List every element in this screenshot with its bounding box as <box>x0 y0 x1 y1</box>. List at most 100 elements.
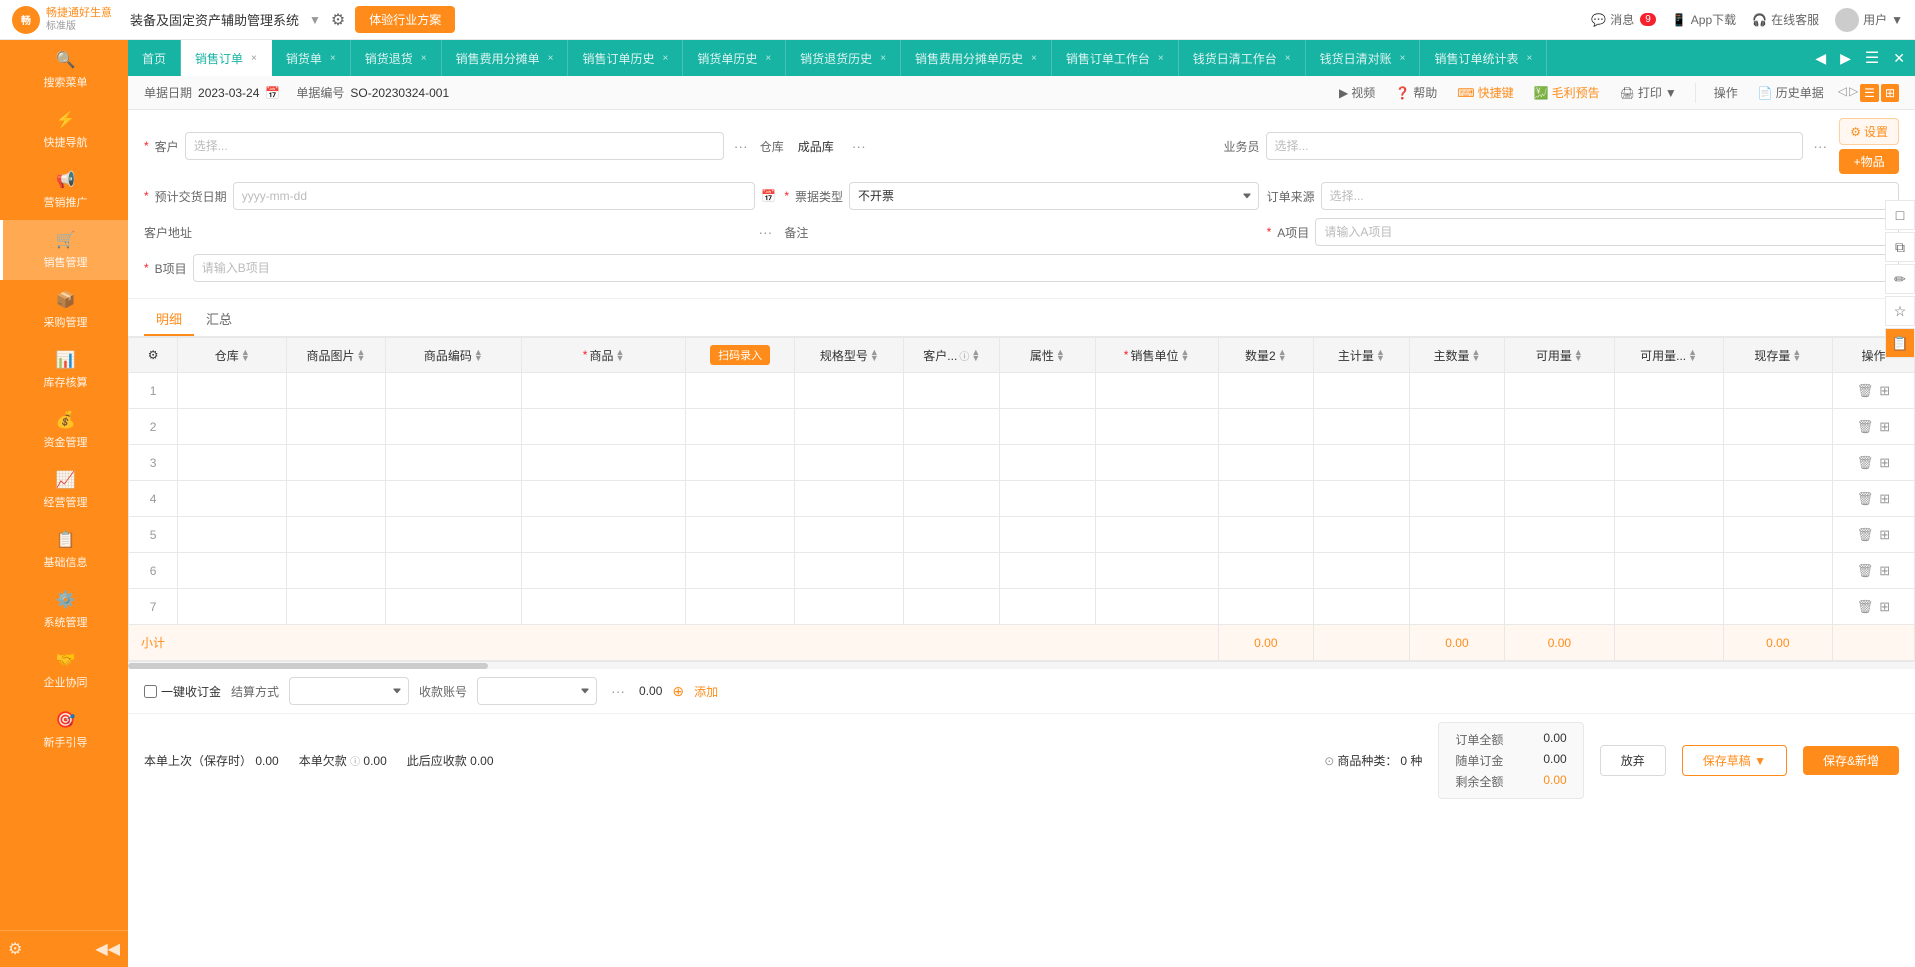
sidebar-item-finance[interactable]: 💰资金管理 <box>0 400 128 460</box>
row-main-unit-6[interactable] <box>1314 553 1410 589</box>
th-main-unit[interactable]: 主计量▲▼ <box>1314 338 1410 373</box>
dropdown-icon[interactable]: ▼ <box>309 13 321 27</box>
row-spec-4[interactable] <box>795 481 904 517</box>
row-customer-code-6[interactable] <box>904 553 1000 589</box>
sidebar-item-marketing[interactable]: 📢营销推广 <box>0 160 128 220</box>
row-main-unit-2[interactable] <box>1314 409 1410 445</box>
sidebar-item-inventory[interactable]: 📊库存核算 <box>0 340 128 400</box>
user-info[interactable]: 用户 ▼ <box>1835 8 1903 32</box>
th-qty2[interactable]: 数量2▲▼ <box>1218 338 1314 373</box>
row-stock-7[interactable] <box>1723 589 1832 625</box>
tab-0[interactable]: 首页 <box>128 40 181 76</box>
tab-close-3[interactable]: × <box>421 53 427 64</box>
row-main-unit-4[interactable] <box>1314 481 1410 517</box>
row-copy-6[interactable]: ⊞ <box>1879 563 1890 579</box>
row-available-1[interactable] <box>1505 373 1614 409</box>
row-customer-code-7[interactable] <box>904 589 1000 625</box>
add-goods-button[interactable]: +物品 <box>1839 149 1899 174</box>
row-image-3[interactable] <box>287 445 385 481</box>
sidebar-item-guide[interactable]: 🎯新手引导 <box>0 700 128 760</box>
row-available-5[interactable] <box>1505 517 1614 553</box>
row-code-3[interactable] <box>385 445 522 481</box>
row-unit-4[interactable] <box>1095 481 1218 517</box>
row-unit-5[interactable] <box>1095 517 1218 553</box>
tab-close-8[interactable]: × <box>1031 53 1037 64</box>
row-image-4[interactable] <box>287 481 385 517</box>
tab-9[interactable]: 销售订单工作台× <box>1052 40 1179 76</box>
row-qty2-1[interactable] <box>1218 373 1314 409</box>
row-unit-6[interactable] <box>1095 553 1218 589</box>
tab-close-6[interactable]: × <box>765 53 771 64</box>
row-product-4[interactable] <box>522 481 686 517</box>
tab-close-4[interactable]: × <box>548 53 554 64</box>
side-btn-2[interactable]: ⧉ <box>1885 232 1915 262</box>
project-b-input[interactable] <box>193 254 1899 282</box>
row-delete-7[interactable]: 🗑 <box>1857 599 1874 615</box>
row-warehouse-3[interactable] <box>178 445 287 481</box>
row-product-1[interactable] <box>522 373 686 409</box>
row-image-1[interactable] <box>287 373 385 409</box>
row-delete-4[interactable]: 🗑 <box>1857 491 1874 507</box>
tab-6[interactable]: 销货单历史× <box>683 40 786 76</box>
layout-list-icon[interactable]: ◁ <box>1838 84 1847 102</box>
row-customer-code-5[interactable] <box>904 517 1000 553</box>
row-main-qty-4[interactable] <box>1409 481 1505 517</box>
help-btn[interactable]: ❓帮助 <box>1389 82 1443 103</box>
tab-close-12[interactable]: × <box>1526 53 1532 64</box>
account-select[interactable] <box>477 677 597 705</box>
th-spec[interactable]: 规格型号▲▼ <box>795 338 904 373</box>
sidebar-item-purchase[interactable]: 📦采购管理 <box>0 280 128 340</box>
save-draft-button[interactable]: 保存草稿 ▼ <box>1682 745 1787 776</box>
row-warehouse-7[interactable] <box>178 589 287 625</box>
message-icon[interactable]: 💬 消息 9 <box>1591 11 1656 28</box>
tab-8[interactable]: 销售费用分摊单历史× <box>901 40 1052 76</box>
row-unit-3[interactable] <box>1095 445 1218 481</box>
row-qty2-7[interactable] <box>1218 589 1314 625</box>
row-main-qty-3[interactable] <box>1409 445 1505 481</box>
row-attribute-1[interactable] <box>1000 373 1096 409</box>
row-attribute-2[interactable] <box>1000 409 1096 445</box>
row-code-2[interactable] <box>385 409 522 445</box>
view-btn[interactable]: ▶视频 <box>1333 82 1381 103</box>
row-code-6[interactable] <box>385 553 522 589</box>
ticket-select[interactable]: 不开票 <box>849 182 1259 210</box>
row-code-7[interactable] <box>385 589 522 625</box>
row-customer-code-3[interactable] <box>904 445 1000 481</box>
row-available2-4[interactable] <box>1614 481 1723 517</box>
row-stock-4[interactable] <box>1723 481 1832 517</box>
tab-close-all-btn[interactable]: ✕ <box>1887 50 1911 67</box>
row-main-qty-2[interactable] <box>1409 409 1505 445</box>
sidebar-item-system[interactable]: ⚙️系统管理 <box>0 580 128 640</box>
tab-10[interactable]: 钱货日清工作台× <box>1179 40 1306 76</box>
save-new-button[interactable]: 保存&新增 <box>1803 746 1899 775</box>
row-delete-5[interactable]: 🗑 <box>1857 527 1874 543</box>
side-btn-4[interactable]: ☆ <box>1885 296 1915 326</box>
row-available-4[interactable] <box>1505 481 1614 517</box>
th-available[interactable]: 可用量▲▼ <box>1505 338 1614 373</box>
row-product-3[interactable] <box>522 445 686 481</box>
row-main-unit-5[interactable] <box>1314 517 1410 553</box>
online-service[interactable]: 🎧 在线客服 <box>1752 11 1819 28</box>
row-qty2-3[interactable] <box>1218 445 1314 481</box>
row-spec-5[interactable] <box>795 517 904 553</box>
sidebar-item-sales[interactable]: 🛒销售管理 <box>0 220 128 280</box>
row-main-unit-1[interactable] <box>1314 373 1410 409</box>
row-attribute-5[interactable] <box>1000 517 1096 553</box>
warehouse-dots-btn[interactable]: ··· <box>848 138 870 154</box>
row-qty2-4[interactable] <box>1218 481 1314 517</box>
row-available2-7[interactable] <box>1614 589 1723 625</box>
th-available2[interactable]: 可用量...▲▼ <box>1614 338 1723 373</box>
tab-next-btn[interactable]: ▶ <box>1834 50 1857 67</box>
row-copy-2[interactable]: ⊞ <box>1879 419 1890 435</box>
th-product[interactable]: *商品▲▼ <box>522 338 686 373</box>
row-product-2[interactable] <box>522 409 686 445</box>
row-spec-1[interactable] <box>795 373 904 409</box>
tab-3[interactable]: 销货退货× <box>351 40 442 76</box>
sidebar-item-quick[interactable]: ⚡快捷导航 <box>0 100 128 160</box>
layout-fullscreen-icon[interactable]: ⊞ <box>1881 84 1899 102</box>
row-available-3[interactable] <box>1505 445 1614 481</box>
side-btn-5[interactable]: 📋 <box>1885 328 1915 358</box>
sidebar-collapse-icon[interactable]: ◀◀ <box>95 939 120 959</box>
tab-detail[interactable]: 明细 <box>144 303 194 336</box>
th-unit[interactable]: *销售单位▲▼ <box>1095 338 1218 373</box>
